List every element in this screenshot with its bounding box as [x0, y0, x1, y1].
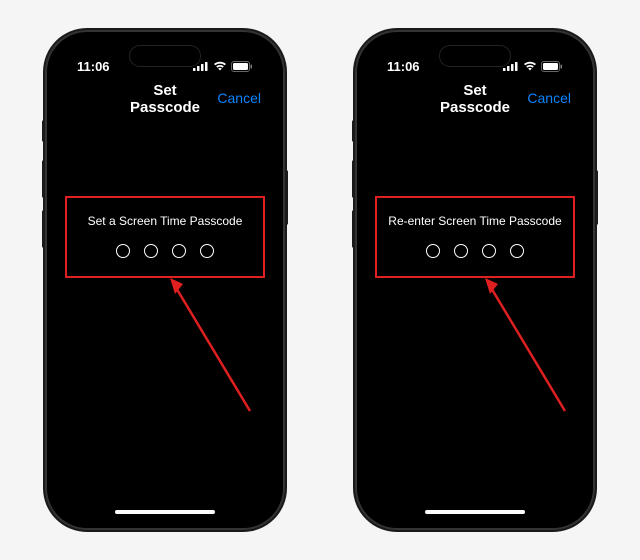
power-button — [595, 170, 598, 225]
status-bar: 11:06 — [365, 40, 585, 80]
signal-icon — [503, 61, 519, 71]
volume-up-button — [352, 160, 355, 198]
passcode-dot — [144, 244, 158, 258]
cancel-button[interactable]: Cancel — [527, 90, 571, 106]
annotation-arrow — [480, 276, 570, 416]
volume-down-button — [352, 210, 355, 248]
status-time: 11:06 — [77, 59, 110, 74]
signal-icon — [193, 61, 209, 71]
nav-bar: Set Passcode Cancel — [55, 80, 275, 118]
passcode-input[interactable] — [77, 244, 253, 258]
battery-icon — [231, 61, 253, 72]
wifi-icon — [213, 61, 227, 71]
home-indicator[interactable] — [115, 510, 215, 514]
passcode-dot — [426, 244, 440, 258]
status-icons — [193, 61, 253, 72]
screen: 11:06 Set Passcode Cancel Re- — [365, 40, 585, 520]
passcode-input[interactable] — [387, 244, 563, 258]
annotation-arrow — [165, 276, 255, 416]
passcode-dot — [454, 244, 468, 258]
passcode-dot — [116, 244, 130, 258]
nav-title: Set Passcode — [119, 82, 211, 116]
mute-switch — [352, 120, 355, 142]
power-button — [285, 170, 288, 225]
volume-down-button — [42, 210, 45, 248]
battery-icon — [541, 61, 563, 72]
passcode-prompt: Set a Screen Time Passcode — [77, 214, 253, 228]
passcode-dot — [482, 244, 496, 258]
annotation-highlight-box: Set a Screen Time Passcode — [65, 196, 265, 278]
passcode-dot — [200, 244, 214, 258]
nav-title: Set Passcode — [429, 82, 521, 116]
volume-up-button — [42, 160, 45, 198]
content-area: Set a Screen Time Passcode — [55, 118, 275, 520]
status-time: 11:06 — [387, 59, 420, 74]
mute-switch — [42, 120, 45, 142]
iphone-mockup-right: 11:06 Set Passcode Cancel Re- — [355, 30, 595, 530]
status-bar: 11:06 — [55, 40, 275, 80]
content-area: Re-enter Screen Time Passcode — [365, 118, 585, 520]
wifi-icon — [523, 61, 537, 71]
passcode-prompt: Re-enter Screen Time Passcode — [387, 214, 563, 228]
home-indicator[interactable] — [425, 510, 525, 514]
annotation-highlight-box: Re-enter Screen Time Passcode — [375, 196, 575, 278]
passcode-dot — [172, 244, 186, 258]
iphone-mockup-left: 11:06 Set Passcode Cancel Set — [45, 30, 285, 530]
cancel-button[interactable]: Cancel — [217, 90, 261, 106]
nav-bar: Set Passcode Cancel — [365, 80, 585, 118]
screen: 11:06 Set Passcode Cancel Set — [55, 40, 275, 520]
passcode-dot — [510, 244, 524, 258]
status-icons — [503, 61, 563, 72]
